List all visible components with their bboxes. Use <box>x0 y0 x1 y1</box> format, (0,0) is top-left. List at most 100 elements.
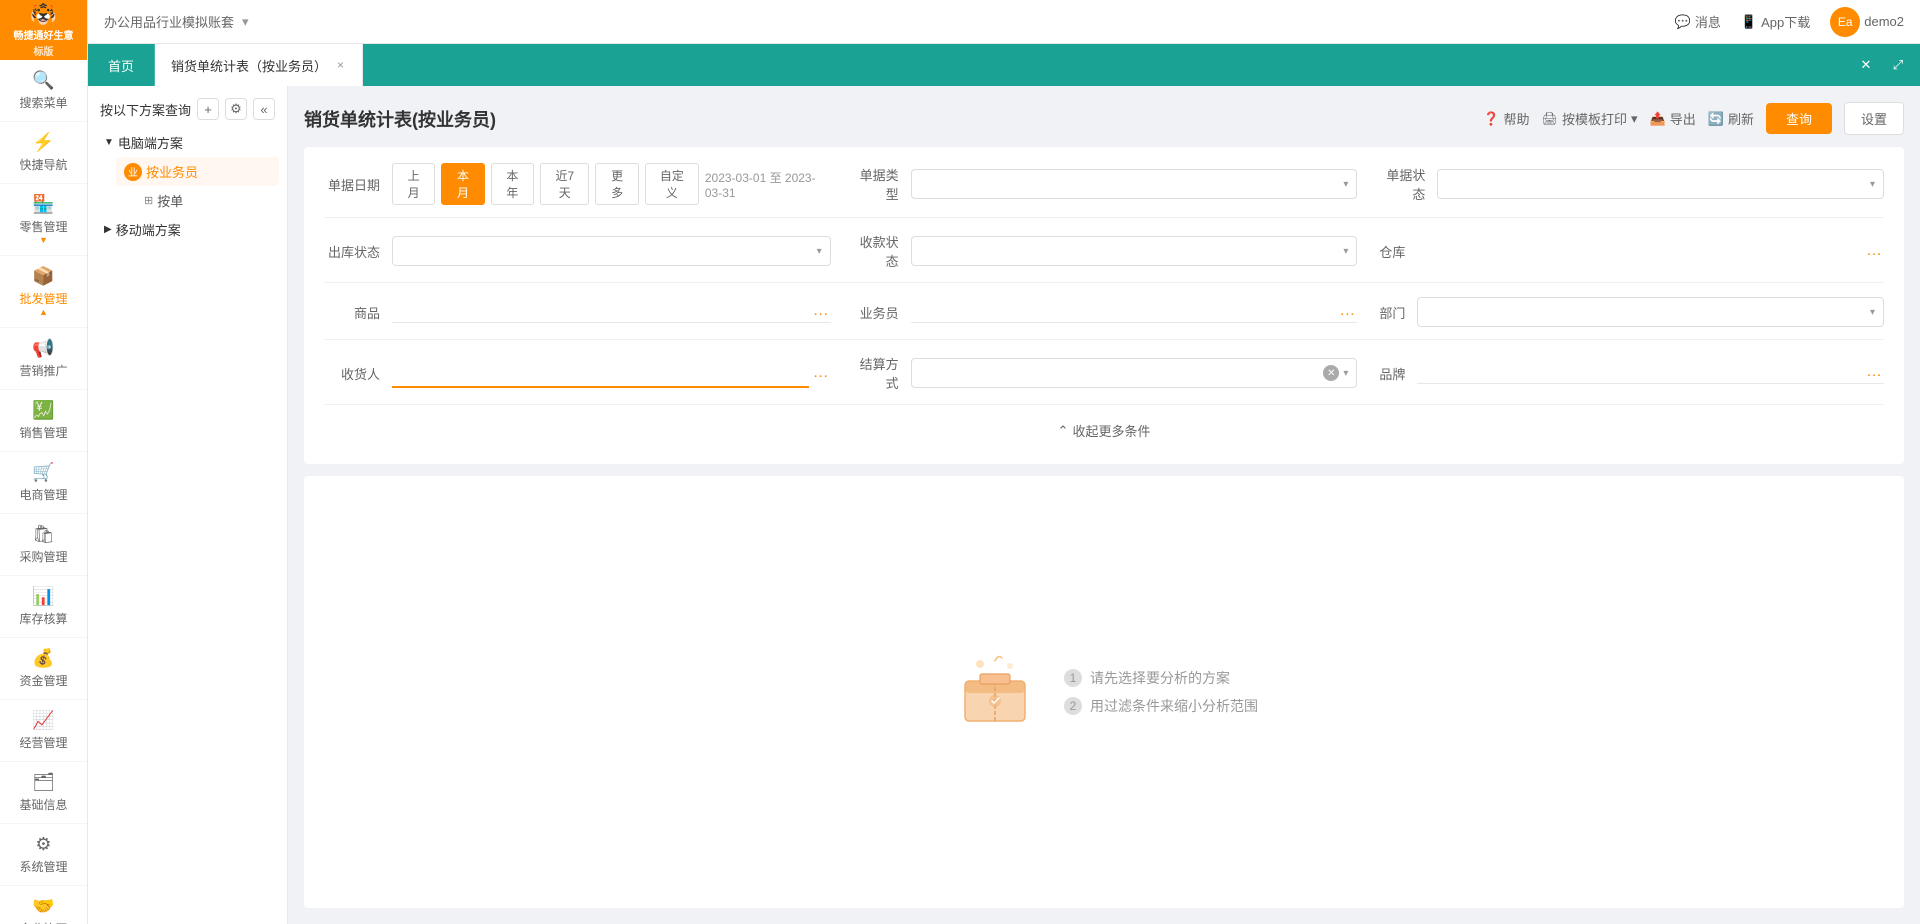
sales-icon: 💹 <box>32 400 54 421</box>
collapse-text: 收起更多条件 <box>1072 421 1150 440</box>
export-icon: 📤 <box>1650 111 1666 127</box>
message-btn[interactable]: 💬 消息 <box>1675 12 1721 31</box>
goods-dots[interactable]: … <box>813 302 831 320</box>
settle-clear-btn[interactable]: ✕ <box>1323 365 1339 381</box>
page-actions: ❓ 帮助 🖨 按模板打印 ▾ 📤 导出 🔄 刷新 <box>1483 102 1904 135</box>
tab-close-btn[interactable]: × <box>335 56 346 74</box>
help-btn[interactable]: ❓ 帮助 <box>1483 109 1529 128</box>
date-range: 2023-03-01 至 2023-03-31 <box>705 169 831 200</box>
tab-home[interactable]: 首页 <box>88 44 155 86</box>
sidebar-item-enterprise[interactable]: 🤝 企业协同 <box>0 886 88 924</box>
app-download-btn[interactable]: 📱 App下载 <box>1741 12 1810 31</box>
prev-month-btn[interactable]: 上月 <box>392 163 435 205</box>
wholesale-icon: 📦 <box>32 266 54 287</box>
hint-text-2: 用过滤条件来缩小分析范围 <box>1090 696 1258 716</box>
sub-order-icon: ⊞ <box>144 194 153 207</box>
dept-select[interactable]: ▾ <box>1417 297 1884 327</box>
sub-link-order[interactable]: ⊞ 按单 <box>116 186 279 215</box>
sidebar-item-operations[interactable]: 📈 经营管理 <box>0 700 88 762</box>
sidebar-item-finance[interactable]: 💰 资金管理 <box>0 638 88 700</box>
sidebar-item-system-label: 系统管理 <box>19 858 67 875</box>
pay-status-label: 收款状态 <box>851 232 911 270</box>
salesman-label: 业务员 <box>851 303 911 322</box>
quicknav-icon: ⚡ <box>32 132 54 153</box>
settle-label: 结算方式 <box>851 354 911 392</box>
more-btn[interactable]: 更多 <box>595 163 638 205</box>
tab-expand-btn[interactable]: ⤢ <box>1884 51 1912 79</box>
sidebar-item-ecommerce[interactable]: 🛒 电商管理 <box>0 452 88 514</box>
dept-arrow: ▾ <box>1870 307 1875 318</box>
sidebar-item-retail-label: 零售管理 <box>19 218 67 235</box>
out-status-label: 出库状态 <box>324 242 392 261</box>
query-button[interactable]: 查询 <box>1766 103 1832 134</box>
print-btn[interactable]: 🖨 按模板打印 ▾ <box>1542 109 1638 128</box>
tab-bar-actions: ✕ ⤢ <box>1852 51 1920 79</box>
collapse-btn[interactable]: ⌃ 收起更多条件 <box>1046 417 1163 444</box>
user-area[interactable]: Ea demo2 <box>1830 7 1904 37</box>
brand-dots[interactable]: … <box>1866 363 1884 381</box>
tab-current-label: 销货单统计表（按业务员） <box>171 56 327 75</box>
refresh-btn[interactable]: 🔄 刷新 <box>1708 109 1754 128</box>
out-status-select[interactable]: ▾ <box>392 236 831 266</box>
brand-label: 品牌 <box>1377 364 1417 383</box>
left-panel-header: 按以下方案查询 + ⚙ « <box>88 98 287 128</box>
doc-type-select[interactable]: ▾ <box>911 169 1358 199</box>
warehouse-dots[interactable]: … <box>1866 242 1884 260</box>
ecommerce-icon: 🛒 <box>32 462 54 483</box>
tab-current[interactable]: 销货单统计表（按业务员） × <box>155 44 363 86</box>
sidebar-item-marketing[interactable]: 📢 营销推广 <box>0 328 88 390</box>
this-year-btn[interactable]: 本年 <box>491 163 534 205</box>
sidebar-item-ecommerce-label: 电商管理 <box>19 486 67 503</box>
this-month-btn[interactable]: 本月 <box>441 163 484 205</box>
help-label: 帮助 <box>1503 109 1529 128</box>
logo-subtitle: 标版 <box>34 43 54 58</box>
sidebar-item-retail[interactable]: 🏪 零售管理 ▼ <box>0 184 88 256</box>
consignee-dots[interactable]: … <box>813 364 831 382</box>
operations-icon: 📈 <box>32 710 54 731</box>
salesman-dots[interactable]: … <box>1339 302 1357 320</box>
tree-item-mobile[interactable]: ▶ 移动端方案 <box>96 215 279 244</box>
retail-arrow: ▼ <box>39 235 48 245</box>
logo-text: 畅捷通好生意 <box>14 30 74 43</box>
consignee-input[interactable] <box>392 358 809 388</box>
sidebar-item-basics[interactable]: 🗂 基础信息 <box>0 762 88 824</box>
warehouse-label: 仓库 <box>1377 242 1417 261</box>
sidebar-item-sales[interactable]: 💹 销售管理 <box>0 390 88 452</box>
salesman-scheme-icon: 业 <box>124 163 142 181</box>
settle-select[interactable]: ✕ ▾ <box>911 358 1358 388</box>
sidebar-item-quicknav[interactable]: ⚡ 快捷导航 <box>0 122 88 184</box>
tree-sub-item-salesman-label: 按业务员 <box>146 162 198 181</box>
right-panel: 销货单统计表(按业务员) ❓ 帮助 🖨 按模板打印 ▾ 📤 导出 <box>288 86 1920 924</box>
tree-sub-item-salesman[interactable]: 业 按业务员 <box>116 157 279 186</box>
sidebar-item-purchase[interactable]: 🛍 采购管理 <box>0 514 88 576</box>
goods-label: 商品 <box>324 303 392 322</box>
app-logo[interactable]: 🐯 畅捷通好生意 标版 <box>0 0 88 60</box>
panel-collapse-btn[interactable]: « <box>253 98 275 120</box>
sidebar-item-purchase-label: 采购管理 <box>19 548 67 565</box>
tree-item-desktop[interactable]: ▼ 电脑端方案 <box>96 128 279 157</box>
salesman-control: … <box>911 302 1358 323</box>
pay-status-select[interactable]: ▾ <box>911 236 1358 266</box>
inventory-icon: 📊 <box>32 586 54 607</box>
sidebar-item-inventory[interactable]: 📊 库存核算 <box>0 576 88 638</box>
export-btn[interactable]: 📤 导出 <box>1650 109 1696 128</box>
add-icon: + <box>204 102 212 117</box>
filter-section: 单据日期 上月 本月 本年 近7天 更多 自定义 2023-03-01 至 20… <box>304 147 1904 464</box>
message-label: 消息 <box>1695 12 1721 31</box>
scheme-settings-btn[interactable]: ⚙ <box>225 98 247 120</box>
doc-status-select[interactable]: ▾ <box>1437 169 1884 199</box>
breadcrumb-dropdown[interactable]: ▾ <box>242 14 249 30</box>
tree-arrow-right: ▶ <box>104 224 112 235</box>
sidebar-item-system[interactable]: ⚙ 系统管理 <box>0 824 88 886</box>
dept-label: 部门 <box>1377 303 1417 322</box>
empty-hint-1: 1 请先选择要分析的方案 <box>1064 668 1258 688</box>
collapse-up-icon: ⌃ <box>1058 423 1069 439</box>
left-panel-title: 按以下方案查询 <box>100 100 191 119</box>
custom-btn[interactable]: 自定义 <box>645 163 699 205</box>
tab-close-all-btn[interactable]: ✕ <box>1852 51 1880 79</box>
sidebar-item-search[interactable]: 🔍 搜索菜单 <box>0 60 88 122</box>
add-scheme-btn[interactable]: + <box>197 98 219 120</box>
recent7-btn[interactable]: 近7天 <box>540 163 589 205</box>
settings-button[interactable]: 设置 <box>1844 102 1904 135</box>
sidebar-item-wholesale[interactable]: 📦 批发管理 ▲ <box>0 256 88 328</box>
